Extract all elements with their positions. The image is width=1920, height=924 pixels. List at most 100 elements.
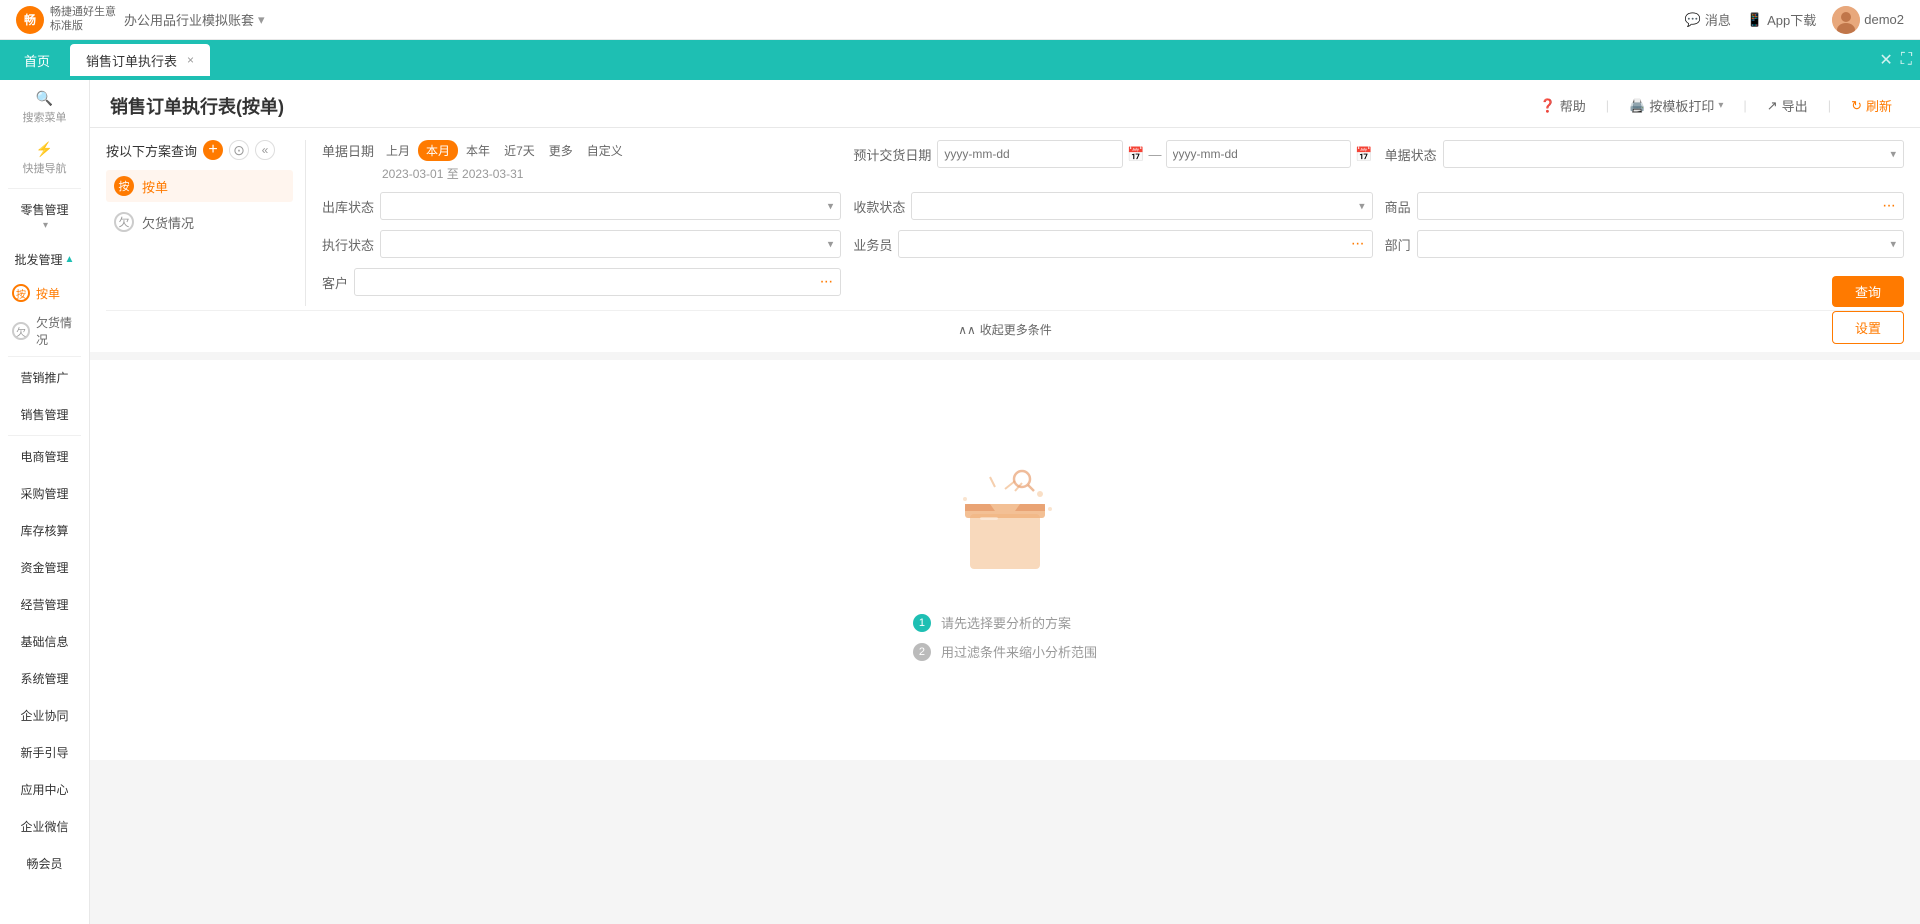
page-header: 销售订单执行表(按单) ❓ 帮助 | 🖨️ 按模板打印 ▾ | ↗ 导出 | (90, 80, 1920, 128)
filter-date: 单据日期 上月 本月 本年 近7天 更多 自定义 2023 (322, 140, 841, 182)
collapse-plan-button[interactable]: « (255, 140, 275, 160)
date-range-text: 2023-03-01 至 2023-03-31 (382, 165, 841, 182)
sidebar: 🔍 搜索菜单 ⚡ 快捷导航 零售管理 ▾ 批发管理 ▲ 按 按单 欠 欠货情况 … (0, 80, 90, 924)
app-download-button[interactable]: 📱 App下载 (1747, 10, 1816, 29)
sidebar-sub-item-plan[interactable]: 按 按单 (0, 278, 89, 308)
filter-salesperson: 业务员 ··· (853, 230, 1372, 258)
sidebar-item-member[interactable]: 畅会员 (0, 845, 89, 882)
user-avatar[interactable]: demo2 (1832, 6, 1904, 34)
filter-row-4: 客户 ··· (322, 268, 1904, 296)
top-bar-right: 💬 消息 📱 App下载 demo2 (1685, 6, 1904, 34)
edit-plan-button[interactable]: ⊙ (229, 140, 249, 160)
plan-header: 按以下方案查询 + ⊙ « (106, 140, 293, 160)
sidebar-divider-2 (8, 356, 81, 357)
doc-status-select[interactable] (1443, 140, 1904, 168)
help-icon: ❓ (1540, 98, 1556, 114)
sidebar-item-marketing[interactable]: 营销推广 (0, 359, 89, 396)
tab-sales-order-execution[interactable]: 销售订单执行表 × (70, 44, 210, 76)
sidebar-item-wholesale[interactable]: 批发管理 ▲ (0, 241, 89, 278)
date-tab-custom[interactable]: 自定义 (581, 140, 629, 161)
add-plan-button[interactable]: + (203, 140, 223, 160)
date-tab-7days[interactable]: 近7天 (498, 140, 541, 161)
date-tabs: 上月 本月 本年 近7天 更多 自定义 (380, 140, 629, 161)
salesperson-input-wrap: ··· (898, 230, 1372, 258)
plan-item-按单[interactable]: 按 按单 (106, 170, 293, 202)
filter-customer: 客户 ··· (322, 268, 841, 296)
product-more-icon[interactable]: ··· (1882, 197, 1895, 215)
breadcrumb-dropdown-icon[interactable]: ▾ (258, 12, 265, 28)
settings-button[interactable]: 设置 (1832, 311, 1904, 344)
sidebar-item-purchase[interactable]: 采购管理 (0, 475, 89, 512)
empty-tip-1: 1 请先选择要分析的方案 (913, 613, 1097, 632)
sidebar-item-quick-nav[interactable]: ⚡ 快捷导航 (0, 131, 89, 186)
message-icon: 💬 (1685, 12, 1701, 28)
sidebar-item-retail[interactable]: 零售管理 ▾ (0, 191, 89, 241)
delivery-date-start-calendar-icon[interactable]: 📅 (1127, 146, 1144, 163)
date-tab-this-month[interactable]: 本月 (418, 140, 458, 161)
message-button[interactable]: 💬 消息 (1685, 10, 1731, 29)
empty-state-icon (940, 459, 1070, 589)
print-dropdown-icon[interactable]: ▾ (1718, 100, 1723, 111)
sidebar-item-sales[interactable]: 销售管理 (0, 396, 89, 433)
sidebar-sub-item-stock[interactable]: 欠 欠货情况 (0, 308, 89, 354)
sidebar-item-enterprise[interactable]: 企业协同 (0, 697, 89, 734)
sidebar-item-system[interactable]: 系统管理 (0, 660, 89, 697)
sidebar-item-finance[interactable]: 资金管理 (0, 549, 89, 586)
print-icon: 🖨️ (1629, 98, 1645, 114)
payment-status-select[interactable] (911, 192, 1372, 220)
sidebar-item-stock-calc[interactable]: 库存核算 (0, 512, 89, 549)
execution-status-select[interactable] (380, 230, 841, 258)
tab-close-icon[interactable]: × (187, 53, 194, 67)
filter-delivery-status: 出库状态 ▾ (322, 192, 841, 220)
sidebar-item-ecommerce[interactable]: 电商管理 (0, 438, 89, 475)
date-tab-last-month[interactable]: 上月 (380, 140, 416, 161)
help-button[interactable]: ❓ 帮助 (1532, 92, 1594, 119)
collapse-row: ∧∧ 收起更多条件 (106, 310, 1904, 352)
refresh-icon: ↻ (1851, 98, 1862, 114)
execution-status-select-wrap: ▾ (380, 230, 841, 258)
collapse-button[interactable]: ∧∧ 收起更多条件 (946, 317, 1064, 342)
filter-row-1: 单据日期 上月 本月 本年 近7天 更多 自定义 2023 (322, 140, 1904, 182)
filter-doc-status: 单据状态 ▾ (1385, 140, 1904, 168)
plan-icon: 按 (12, 284, 30, 302)
print-button[interactable]: 🖨️ 按模板打印 ▾ (1621, 92, 1731, 119)
sidebar-item-wechat[interactable]: 企业微信 (0, 808, 89, 845)
sidebar-item-new-guide[interactable]: 新手引导 (0, 734, 89, 771)
date-tab-more[interactable]: 更多 (543, 140, 579, 161)
department-select[interactable] (1417, 230, 1904, 258)
filter-product: 商品 ··· (1385, 192, 1904, 220)
date-tab-this-year[interactable]: 本年 (460, 140, 496, 161)
stock-icon: 欠 (12, 322, 30, 340)
query-button[interactable]: 查询 (1832, 276, 1904, 307)
salesperson-more-icon[interactable]: ··· (1351, 235, 1364, 253)
filter-panel: 按以下方案查询 + ⊙ « 按 按单 欠 欠货情况 (90, 128, 1920, 352)
delivery-date-end-input[interactable] (1166, 140, 1352, 168)
close-window-icon[interactable]: ✕ (1879, 50, 1892, 70)
content-area: 销售订单执行表(按单) ❓ 帮助 | 🖨️ 按模板打印 ▾ | ↗ 导出 | (90, 80, 1920, 924)
delivery-date-end-calendar-icon[interactable]: 📅 (1355, 146, 1372, 163)
tab-bar: 首页 销售订单执行表 × ✕ ⛶ (0, 40, 1920, 80)
filter-payment-status: 收款状态 ▾ (853, 192, 1372, 220)
action-divider-2: | (1743, 98, 1746, 113)
export-button[interactable]: ↗ 导出 (1759, 92, 1816, 119)
page-actions: ❓ 帮助 | 🖨️ 按模板打印 ▾ | ↗ 导出 | ↻ 刷新 (1532, 92, 1900, 119)
expand-window-icon[interactable]: ⛶ (1901, 51, 1912, 69)
logo-area: 畅 畅捷通好生意 标准版 (16, 6, 116, 34)
sidebar-divider-3 (8, 435, 81, 436)
refresh-button[interactable]: ↻ 刷新 (1843, 92, 1900, 119)
customer-more-icon[interactable]: ··· (819, 273, 832, 291)
plan-item-欠货情况[interactable]: 欠 欠货情况 (106, 206, 293, 238)
sidebar-item-basic-info[interactable]: 基础信息 (0, 623, 89, 660)
tab-home[interactable]: 首页 (8, 44, 66, 76)
sidebar-item-search[interactable]: 🔍 搜索菜单 (0, 80, 89, 131)
sidebar-item-operations[interactable]: 经营管理 (0, 586, 89, 623)
delivery-status-select[interactable] (380, 192, 841, 220)
download-icon: 📱 (1747, 12, 1763, 28)
empty-state: 1 请先选择要分析的方案 2 用过滤条件来缩小分析范围 (90, 360, 1920, 760)
delivery-date-start-input[interactable] (937, 140, 1123, 168)
filter-department: 部门 ▾ (1385, 230, 1904, 258)
empty-tip-2: 2 用过滤条件来缩小分析范围 (913, 642, 1097, 661)
filter-panel-inner: 按以下方案查询 + ⊙ « 按 按单 欠 欠货情况 (106, 140, 1904, 306)
sidebar-item-app-center[interactable]: 应用中心 (0, 771, 89, 808)
plan-欠货情况-icon: 欠 (114, 212, 134, 232)
